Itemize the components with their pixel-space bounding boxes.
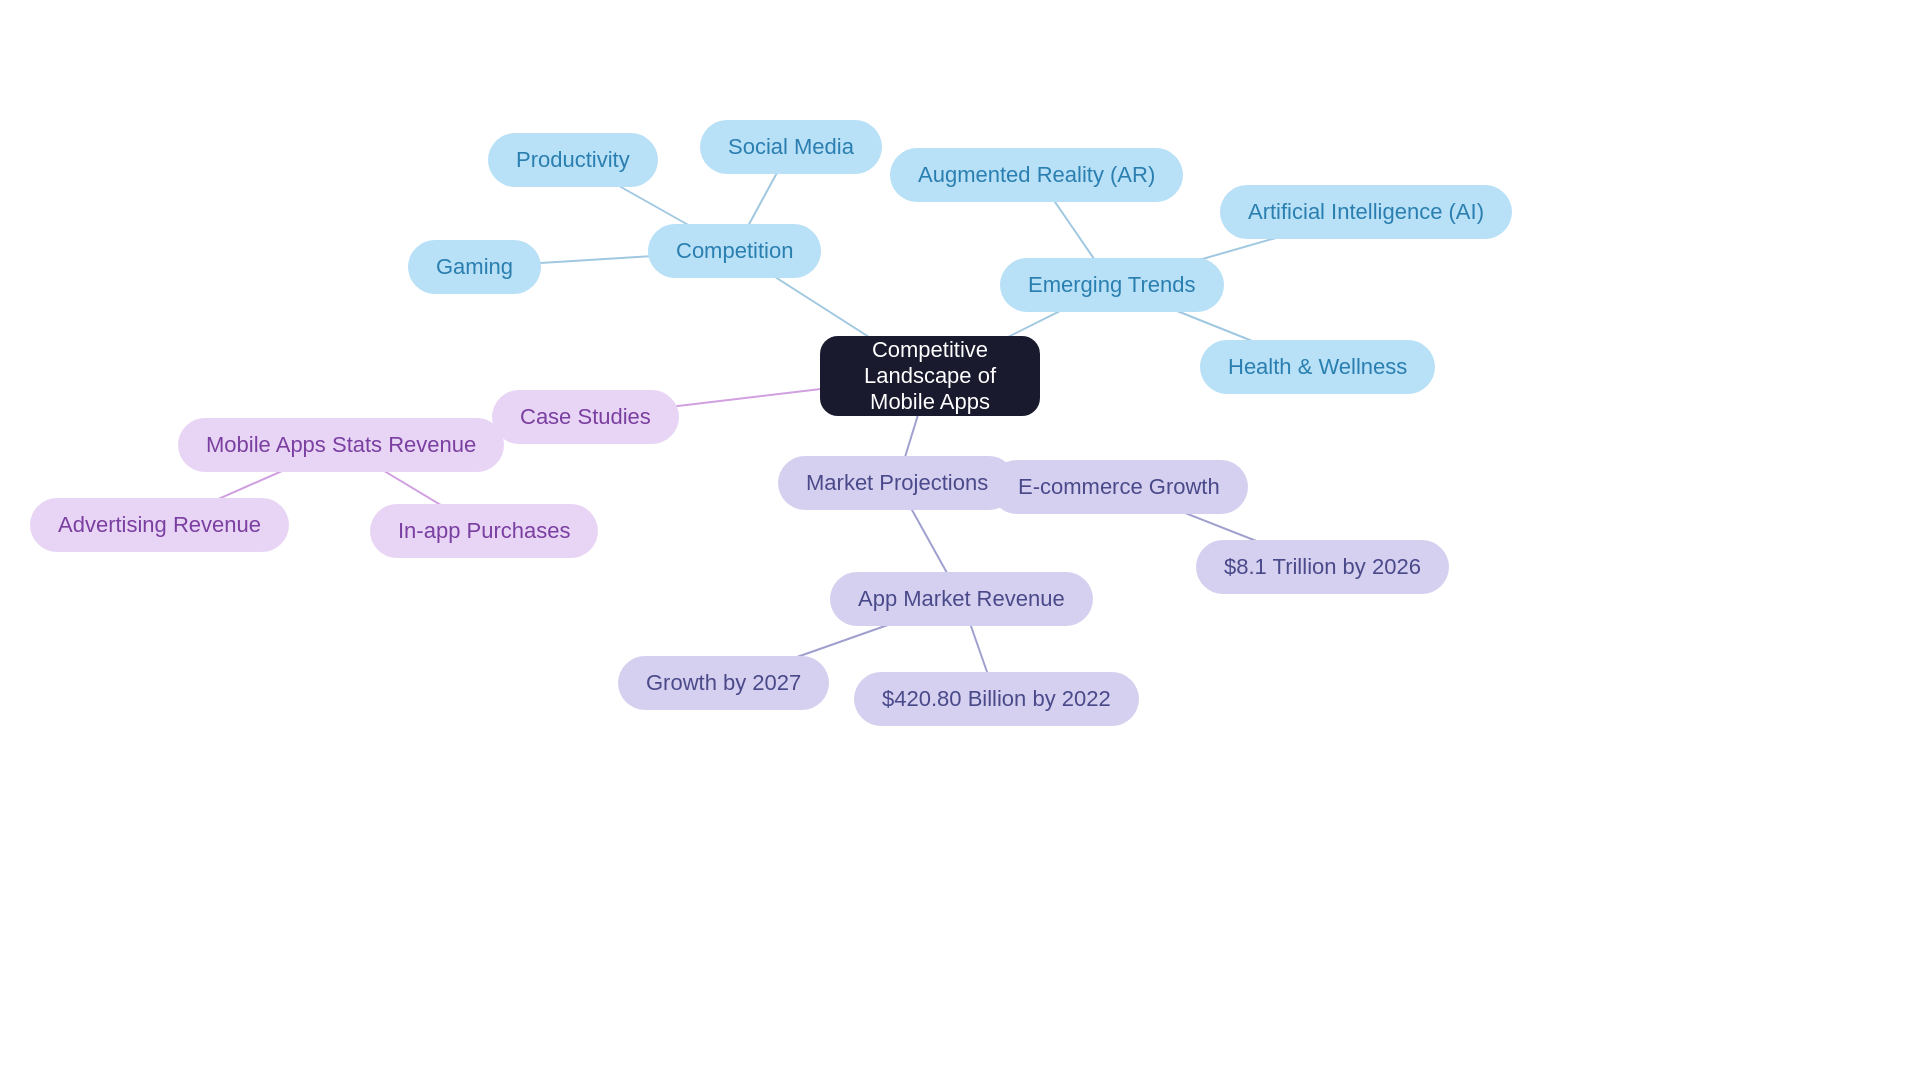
social-media-node: Social Media <box>700 120 882 174</box>
artificial-intelligence-node: Artificial Intelligence (AI) <box>1220 185 1512 239</box>
app-market-node: App Market Revenue <box>830 572 1093 626</box>
mobile-stats-node: Mobile Apps Stats Revenue <box>178 418 504 472</box>
market-projections-node: Market Projections <box>778 456 1016 510</box>
growth-2027-node: Growth by 2027 <box>618 656 829 710</box>
health-wellness-node: Health & Wellness <box>1200 340 1435 394</box>
advertising-node: Advertising Revenue <box>30 498 289 552</box>
case-studies-node: Case Studies <box>492 390 679 444</box>
center-node: Competitive Landscape of Mobile Apps <box>820 336 1040 416</box>
productivity-node: Productivity <box>488 133 658 187</box>
augmented-reality-node: Augmented Reality (AR) <box>890 148 1183 202</box>
ecommerce-val-node: $8.1 Trillion by 2026 <box>1196 540 1449 594</box>
ecommerce-node: E-commerce Growth <box>990 460 1248 514</box>
gaming-node: Gaming <box>408 240 541 294</box>
in-app-node: In-app Purchases <box>370 504 598 558</box>
emerging-trends-node: Emerging Trends <box>1000 258 1224 312</box>
competition-node: Competition <box>648 224 821 278</box>
billion-2022-node: $420.80 Billion by 2022 <box>854 672 1139 726</box>
